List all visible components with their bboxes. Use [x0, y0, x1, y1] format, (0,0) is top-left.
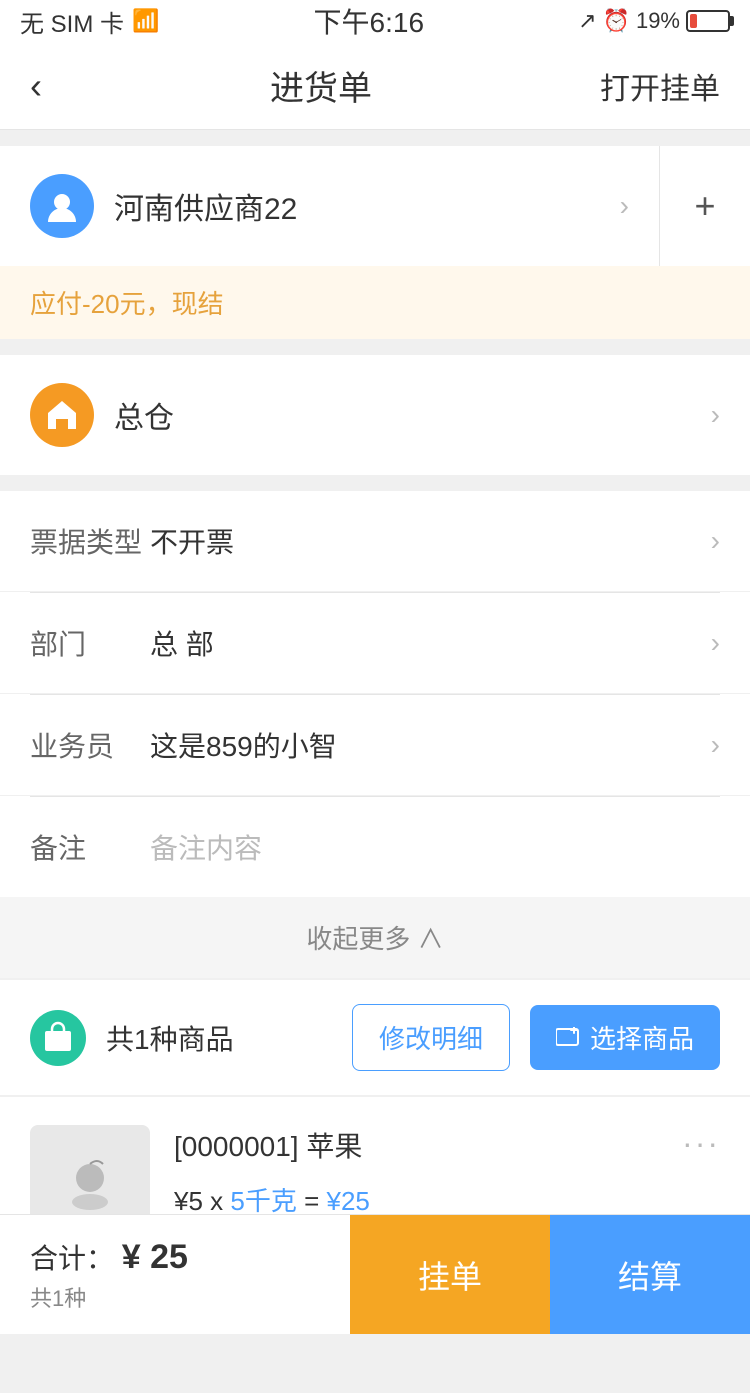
total-row: 合计： ¥ 25 [30, 1237, 320, 1277]
supplier-selector[interactable]: 河南供应商22 › [0, 146, 660, 266]
product-price: ¥5 x 5千克 = ¥25 [174, 1181, 658, 1218]
page-title: 进货单 [270, 61, 372, 110]
products-count: 共1种商品 [106, 1018, 332, 1058]
invoice-value: 不开票 [150, 521, 701, 561]
form-section: 票据类型 不开票 › 部门 总 部 › 业务员 这是859的小智 › 备注 备注… [0, 491, 750, 897]
product-title-text: 苹果 [306, 1131, 362, 1162]
total-label: 合计： [30, 1243, 114, 1274]
add-supplier-button[interactable]: + [660, 185, 750, 227]
sales-row[interactable]: 业务员 这是859的小智 › [0, 695, 750, 796]
item-count: 共1种 [30, 1281, 320, 1313]
status-time: 下午6:16 [314, 1, 425, 41]
remark-label: 备注 [30, 827, 150, 867]
battery-percent: 19% [636, 8, 680, 34]
total-amount: ¥ 25 [122, 1238, 188, 1276]
divider-1 [0, 130, 750, 146]
unit-price: ¥5 [174, 1186, 203, 1216]
status-bar: 无 SIM 卡 📶 下午6:16 ↗ ⏰ 19% [0, 0, 750, 42]
location-icon: ↗ [578, 8, 596, 34]
remark-row[interactable]: 备注 备注内容 [0, 797, 750, 897]
equals-sign: = [304, 1186, 326, 1216]
invoice-type-row[interactable]: 票据类型 不开票 › [0, 491, 750, 592]
dept-label: 部门 [30, 623, 150, 663]
battery-icon [686, 10, 730, 32]
products-icon [30, 1010, 86, 1066]
product-name: [0000001] 苹果 [174, 1125, 658, 1165]
status-left: 无 SIM 卡 📶 [20, 4, 159, 39]
dept-chevron-icon: › [711, 627, 720, 659]
sales-label: 业务员 [30, 725, 150, 765]
wifi-icon: 📶 [132, 8, 159, 34]
open-hang-button[interactable]: 打开挂单 [600, 64, 720, 108]
notice-bar: 应付-20元，现结 [0, 266, 750, 339]
invoice-chevron-icon: › [711, 525, 720, 557]
product-info: [0000001] 苹果 ¥5 x 5千克 = ¥25 [174, 1125, 658, 1218]
more-dots-icon: ··· [682, 1125, 720, 1161]
bottom-bar: 合计： ¥ 25 共1种 挂单 结算 [0, 1214, 750, 1334]
edit-detail-button[interactable]: 修改明细 [352, 1004, 510, 1071]
price-separator: x [210, 1186, 230, 1216]
product-code: [0000001] [174, 1131, 299, 1162]
nav-bar: ‹ 进货单 打开挂单 [0, 42, 750, 130]
hang-button[interactable]: 挂单 [350, 1215, 550, 1334]
back-button[interactable]: ‹ [30, 65, 42, 107]
select-product-button[interactable]: 选择商品 [530, 1005, 720, 1070]
remark-placeholder: 备注内容 [150, 827, 720, 867]
chevron-right-icon: › [620, 190, 629, 222]
item-total: ¥25 [327, 1186, 370, 1216]
carrier-text: 无 SIM 卡 [20, 4, 124, 39]
warehouse-icon [30, 383, 94, 447]
invoice-label: 票据类型 [30, 521, 150, 561]
total-section: 合计： ¥ 25 共1种 [0, 1215, 350, 1334]
dept-value: 总 部 [150, 623, 701, 663]
collapse-bar[interactable]: 收起更多 ∧ [0, 897, 750, 978]
product-more-button[interactable]: ··· [682, 1125, 720, 1162]
supplier-avatar [30, 174, 94, 238]
select-product-label: 选择商品 [590, 1019, 694, 1056]
quantity: 5千克 [230, 1186, 296, 1216]
checkout-button[interactable]: 结算 [550, 1215, 750, 1334]
warehouse-name: 总仓 [114, 393, 701, 437]
sales-value: 这是859的小智 [150, 725, 701, 765]
products-header: 共1种商品 修改明细 选择商品 [0, 980, 750, 1095]
status-right: ↗ ⏰ 19% [578, 8, 730, 34]
warehouse-section[interactable]: 总仓 › [0, 355, 750, 475]
supplier-name: 河南供应商22 [114, 184, 610, 228]
sales-chevron-icon: › [711, 729, 720, 761]
supplier-section: 河南供应商22 › + [0, 146, 750, 266]
warehouse-chevron-icon: › [711, 399, 720, 431]
alarm-icon: ⏰ [603, 8, 630, 34]
dept-row[interactable]: 部门 总 部 › [0, 593, 750, 694]
